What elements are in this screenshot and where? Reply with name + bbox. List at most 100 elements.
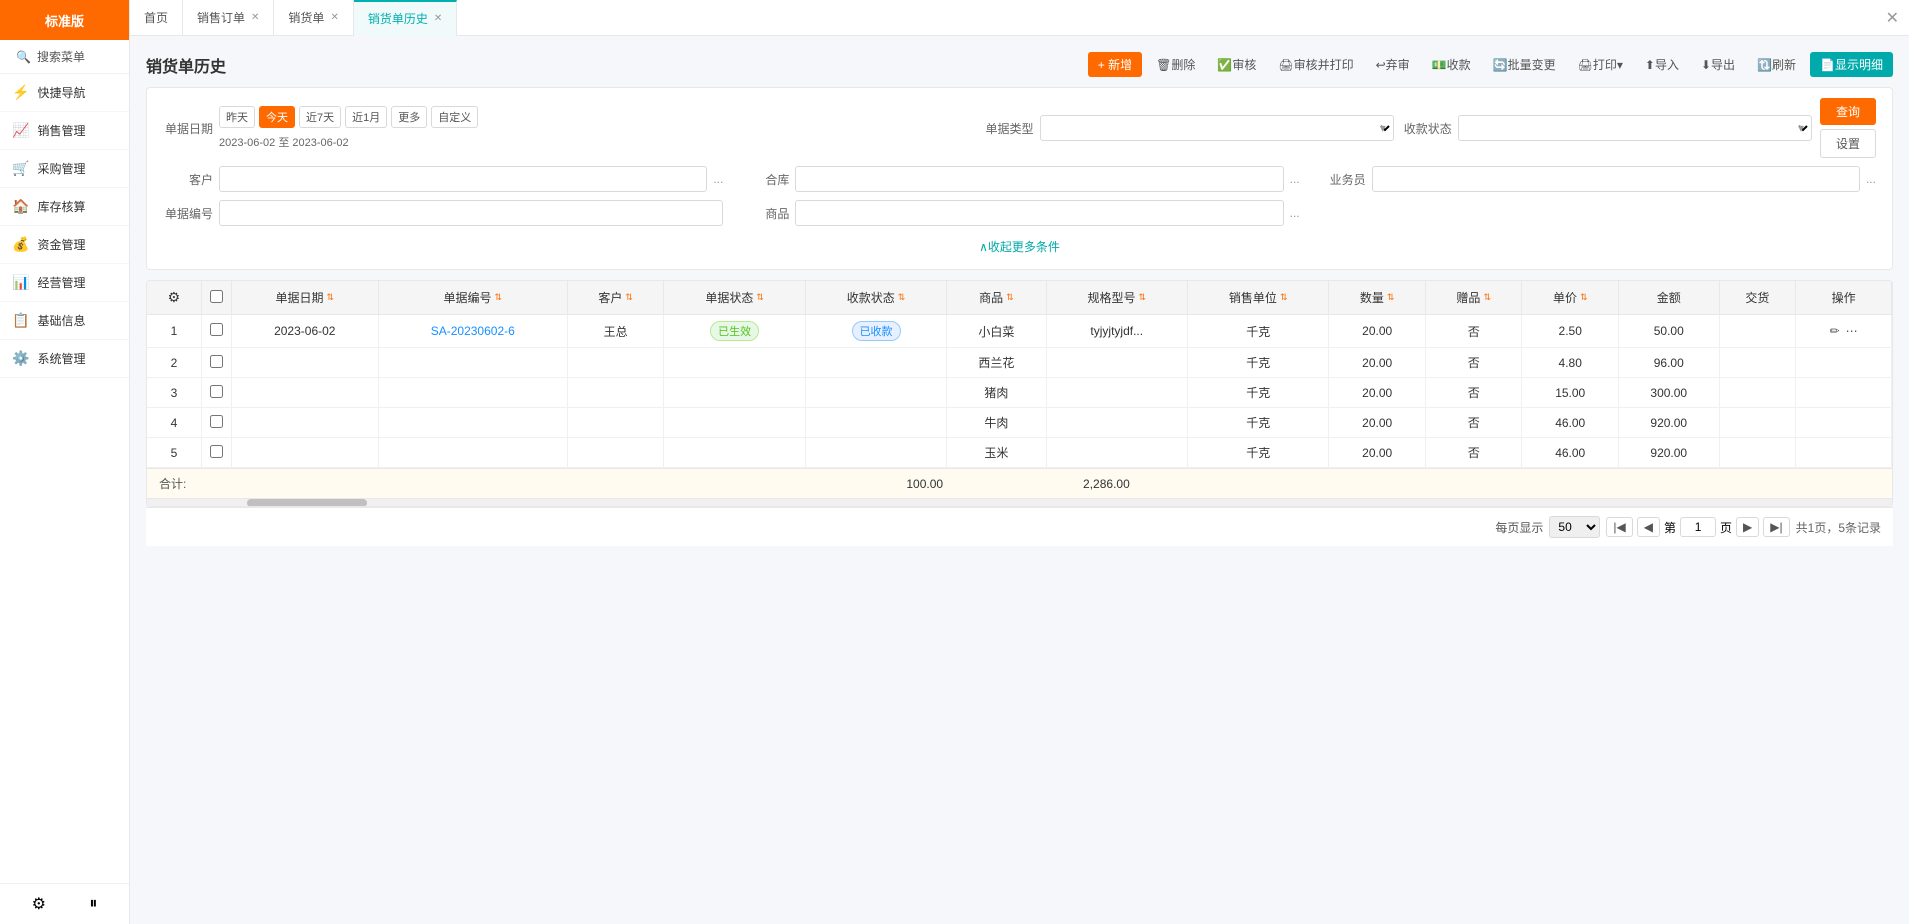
edit-action-icon[interactable]: ✏ [1830,324,1840,338]
col-doc-status[interactable]: 单据状态⇅ [664,281,805,315]
col-goods[interactable]: 商品⇅ [947,281,1046,315]
cell-checkbox[interactable] [201,348,231,378]
col-qty[interactable]: 数量⇅ [1329,281,1426,315]
doc-no-input[interactable] [219,200,723,226]
import-button[interactable]: ⬆ 导入 [1637,52,1687,77]
close-sales-history-tab[interactable]: ✕ [434,13,442,24]
first-page-btn[interactable]: |◀ [1606,517,1632,537]
sidebar-item-quick-nav[interactable]: ⚡ 快捷导航 [0,74,129,112]
sidebar-item-sales-mgmt[interactable]: 📈 销售管理 [0,112,129,150]
row-checkbox[interactable] [210,445,223,458]
cell-doc-no[interactable] [378,438,567,468]
cell-doc-no[interactable] [378,348,567,378]
sidebar-item-base-info[interactable]: 📋 基础信息 [0,302,129,340]
customer-picker[interactable]: ... [713,172,723,186]
col-doc-no[interactable]: 单据编号⇅ [378,281,567,315]
batch-change-button[interactable]: 🔄 批量变更 [1485,52,1564,77]
shortcut-7days[interactable]: 近7天 [299,106,341,128]
sidebar-item-finance[interactable]: 💰 资金管理 [0,226,129,264]
horizontal-scrollbar[interactable] [147,498,1892,506]
cell-action[interactable] [1796,378,1892,408]
cell-checkbox[interactable] [201,438,231,468]
goods-input[interactable] [795,200,1283,226]
cell-spec [1046,378,1187,408]
print-button[interactable]: 🖨 打印 ▾ [1570,52,1631,77]
shortcut-yesterday[interactable]: 昨天 [219,106,255,128]
audit-button[interactable]: ✅ 审核 [1209,52,1264,77]
tab-sales-order[interactable]: 销售订单 ✕ [183,0,274,36]
sidebar-search-btn[interactable]: 🔍 搜索菜单 [0,40,129,74]
cell-doc-no[interactable] [378,378,567,408]
select-all-checkbox[interactable] [210,290,223,303]
cell-action[interactable] [1796,438,1892,468]
settings-button[interactable]: 设置 [1820,129,1876,158]
customer-input[interactable] [219,166,707,192]
sidebar-item-ops-mgmt[interactable]: 📊 经营管理 [0,264,129,302]
sidebar-item-sys-mgmt[interactable]: ⚙️ 系统管理 [0,340,129,378]
table-settings-col[interactable]: ⚙ [147,281,201,315]
doc-type-label: 单据类型 [984,120,1034,137]
close-sales-order-tab[interactable]: ✕ [251,12,259,23]
shortcut-today[interactable]: 今天 [259,106,295,128]
sidebar-collapse-icon[interactable]: ⏸ [89,895,97,913]
scroll-thumb[interactable] [247,499,367,507]
cell-checkbox[interactable] [201,408,231,438]
col-gift[interactable]: 赠品⇅ [1425,281,1522,315]
shortcut-1month[interactable]: 近1月 [345,106,387,128]
next-page-btn[interactable]: ▶ [1736,517,1759,537]
goods-picker[interactable]: ... [1290,206,1300,220]
page-number-input[interactable] [1680,517,1716,537]
sidebar-item-inventory[interactable]: 🏠 库存核算 [0,188,129,226]
sidebar-settings-icon[interactable]: ⚙ [32,894,46,914]
sidebar-item-purchase-mgmt[interactable]: 🛒 采购管理 [0,150,129,188]
col-doc-date[interactable]: 单据日期⇅ [231,281,378,315]
shortcut-custom[interactable]: 自定义 [431,106,478,128]
cell-amount: 920.00 [1618,408,1719,438]
close-sales-goods-tab[interactable]: ✕ [330,12,338,23]
cell-checkbox[interactable] [201,315,231,348]
cell-doc-no[interactable]: SA-20230602-6 [378,315,567,348]
doc-no-link[interactable]: SA-20230602-6 [431,324,515,338]
salesperson-input[interactable] [1372,166,1860,192]
tab-sales-goods[interactable]: 销货单 ✕ [274,0,353,36]
row-checkbox[interactable] [210,355,223,368]
query-button[interactable]: 查询 [1820,98,1876,125]
more-action-icon[interactable]: ⋯ [1846,324,1858,338]
salesperson-picker[interactable]: ... [1866,172,1876,186]
shortcut-more[interactable]: 更多 [391,106,427,128]
prev-page-btn[interactable]: ◀ [1637,517,1660,537]
show-detail-button[interactable]: 📄 显示明细 [1810,52,1893,77]
date-range-value: 2023-06-02 至 2023-06-02 [219,134,478,150]
cell-action[interactable]: ✏⋯ [1796,315,1892,348]
pay-status-select[interactable] [1458,115,1812,141]
row-checkbox[interactable] [210,385,223,398]
row-checkbox[interactable] [210,415,223,428]
page-size-select[interactable]: 50 100 [1549,516,1600,538]
collapse-filter-btn[interactable]: ∧ 收起更多条件 [163,234,1876,259]
warehouse-input[interactable] [795,166,1283,192]
cell-doc-no[interactable] [378,408,567,438]
cell-action[interactable] [1796,408,1892,438]
col-spec[interactable]: 规格型号⇅ [1046,281,1187,315]
tab-home[interactable]: 首页 [130,0,183,36]
col-unit[interactable]: 销售单位⇅ [1187,281,1328,315]
cell-checkbox[interactable] [201,378,231,408]
export-button[interactable]: ⬇ 导出 [1693,52,1743,77]
close-all-tabs[interactable]: ✕ [1876,8,1909,28]
col-pay-status[interactable]: 收款状态⇅ [805,281,946,315]
collect-button[interactable]: 💵 收款 [1424,52,1479,77]
col-customer[interactable]: 客户⇅ [567,281,664,315]
sales-icon: 📈 [12,122,29,139]
new-button[interactable]: + 新增 [1088,52,1142,77]
delete-button[interactable]: 🗑 删除 [1148,52,1203,77]
cell-action[interactable] [1796,348,1892,378]
tab-sales-history[interactable]: 销货单历史 ✕ [354,0,457,36]
row-checkbox[interactable] [210,323,223,336]
warehouse-picker[interactable]: ... [1290,172,1300,186]
audit-print-button[interactable]: 🖨 审核并打印 [1270,52,1361,77]
refresh-button[interactable]: 🔃 刷新 [1749,52,1804,77]
col-unit-price[interactable]: 单价⇅ [1522,281,1619,315]
last-page-btn[interactable]: ▶| [1763,517,1789,537]
abandon-button[interactable]: ↩ 弃审 [1368,52,1418,77]
doc-type-select[interactable] [1040,115,1394,141]
